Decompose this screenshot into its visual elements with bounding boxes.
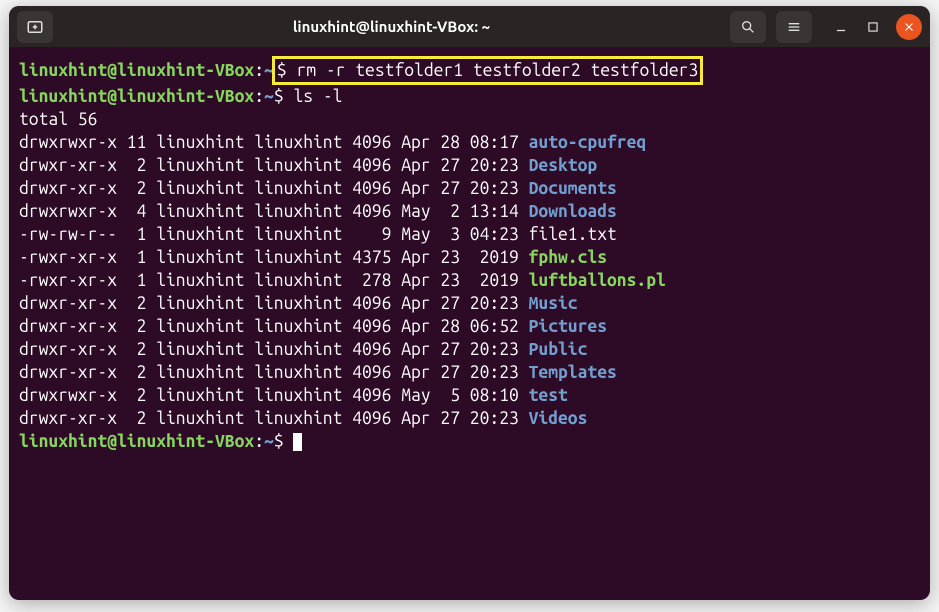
ls-filename: test [529,386,568,405]
prompt-colon: : [254,87,264,106]
ls-row: -rwxr-xr-x 1 linuxhint linuxhint 278 Apr… [19,269,920,292]
ls-meta: drwxrwxr-x 2 linuxhint linuxhint 4096 Ma… [19,386,529,405]
highlighted-command: $ rm -r testfolder1 testfolder2 testfold… [272,56,703,85]
prompt-user: linuxhint@linuxhint-VBox [19,87,254,106]
ls-row: drwxr-xr-x 2 linuxhint linuxhint 4096 Ap… [19,407,920,430]
titlebar-right [730,11,922,43]
prompt-colon: : [254,432,264,451]
minimize-icon [834,20,848,34]
command-line-1: linuxhint@linuxhint-VBox:~$ rm -r testfo… [19,56,920,85]
prompt-path: ~ [264,432,274,451]
prompt-user: linuxhint@linuxhint-VBox [19,432,254,451]
ls-row: drwxr-xr-x 2 linuxhint linuxhint 4096 Ap… [19,338,920,361]
ls-meta: -rwxr-xr-x 1 linuxhint linuxhint 4375 Ap… [19,248,529,267]
ls-filename: Videos [529,409,588,428]
ls-meta: drwxr-xr-x 2 linuxhint linuxhint 4096 Ap… [19,294,529,313]
ls-filename: file1.txt [529,225,617,244]
window-title: linuxhint@linuxhint-VBox: ~ [53,18,730,35]
prompt-sigil: $ [274,432,284,451]
ls-row: -rw-rw-r-- 1 linuxhint linuxhint 9 May 3… [19,223,920,246]
ls-filename: Downloads [529,202,617,221]
ls-meta: drwxr-xr-x 2 linuxhint linuxhint 4096 Ap… [19,317,529,336]
prompt-user: linuxhint@linuxhint-VBox [19,61,254,80]
search-icon [740,19,756,35]
ls-filename: Public [529,340,588,359]
close-icon [902,20,916,34]
ls-row: drwxr-xr-x 2 linuxhint linuxhint 4096 Ap… [19,154,920,177]
ls-row: drwxr-xr-x 2 linuxhint linuxhint 4096 Ap… [19,177,920,200]
prompt-path: ~ [264,87,274,106]
terminal-body[interactable]: linuxhint@linuxhint-VBox:~$ rm -r testfo… [9,48,930,600]
ls-filename: Pictures [529,317,607,336]
search-button[interactable] [730,11,766,43]
ls-filename: Documents [529,179,617,198]
ls-meta: drwxr-xr-x 2 linuxhint linuxhint 4096 Ap… [19,156,529,175]
ls-row: drwxr-xr-x 2 linuxhint linuxhint 4096 Ap… [19,292,920,315]
ls-row: drwxr-xr-x 2 linuxhint linuxhint 4096 Ap… [19,315,920,338]
titlebar: linuxhint@linuxhint-VBox: ~ [9,6,930,48]
ls-meta: drwxr-xr-x 2 linuxhint linuxhint 4096 Ap… [19,340,529,359]
menu-button[interactable] [776,11,812,43]
prompt-sigil: $ [274,87,284,106]
ls-meta: drwxrwxr-x 4 linuxhint linuxhint 4096 Ma… [19,202,529,221]
hamburger-icon [786,19,802,35]
command-text-1: rm -r testfolder1 testfolder2 testfolder… [287,61,699,80]
ls-meta: drwxr-xr-x 2 linuxhint linuxhint 4096 Ap… [19,179,529,198]
ls-meta: drwxrwxr-x 11 linuxhint linuxhint 4096 A… [19,133,529,152]
terminal-window: linuxhint@linuxhint-VBox: ~ linu [9,6,930,600]
output-total: total 56 [19,108,920,131]
cursor [293,433,302,451]
ls-output: drwxrwxr-x 11 linuxhint linuxhint 4096 A… [19,131,920,430]
ls-meta: -rw-rw-r-- 1 linuxhint linuxhint 9 May 3… [19,225,529,244]
command-line-2: linuxhint@linuxhint-VBox:~$ ls -l [19,85,920,108]
ls-meta: drwxr-xr-x 2 linuxhint linuxhint 4096 Ap… [19,409,529,428]
ls-filename: fphw.cls [529,248,607,267]
ls-meta: -rwxr-xr-x 1 linuxhint linuxhint 278 Apr… [19,271,529,290]
window-controls [832,14,922,40]
ls-filename: Music [529,294,578,313]
ls-filename: auto-cpufreq [529,133,647,152]
ls-row: drwxrwxr-x 11 linuxhint linuxhint 4096 A… [19,131,920,154]
prompt-colon: : [254,61,264,80]
ls-filename: Templates [529,363,617,382]
maximize-icon [866,20,880,34]
new-tab-button[interactable] [17,11,53,43]
ls-row: -rwxr-xr-x 1 linuxhint linuxhint 4375 Ap… [19,246,920,269]
ls-filename: luftballons.pl [529,271,666,290]
ls-row: drwxrwxr-x 4 linuxhint linuxhint 4096 Ma… [19,200,920,223]
maximize-button[interactable] [864,18,882,36]
prompt-sigil: $ [277,61,287,80]
ls-row: drwxr-xr-x 2 linuxhint linuxhint 4096 Ap… [19,361,920,384]
command-text-2: ls -l [284,87,343,106]
plus-terminal-icon [26,18,44,36]
ls-row: drwxrwxr-x 2 linuxhint linuxhint 4096 Ma… [19,384,920,407]
close-button[interactable] [896,14,922,40]
ls-filename: Desktop [529,156,598,175]
prompt-line-empty: linuxhint@linuxhint-VBox:~$ [19,430,920,453]
ls-meta: drwxr-xr-x 2 linuxhint linuxhint 4096 Ap… [19,363,529,382]
minimize-button[interactable] [832,18,850,36]
